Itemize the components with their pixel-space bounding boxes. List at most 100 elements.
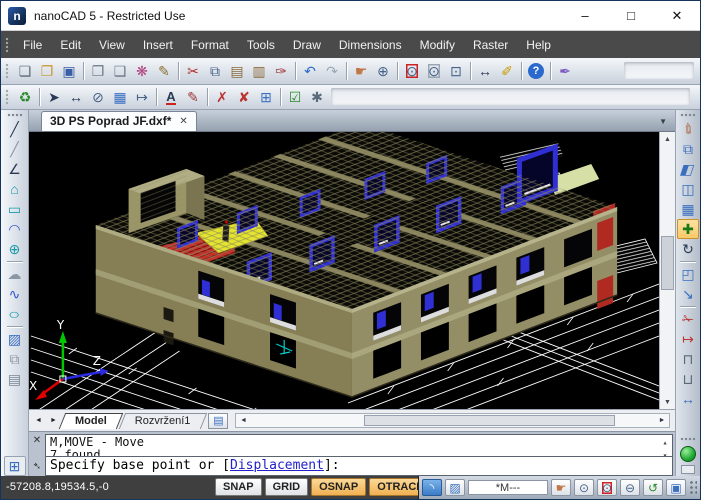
quick-measure-icon[interactable]: ✐ bbox=[496, 61, 518, 82]
horizontal-scrollbar[interactable]: ◄ ► bbox=[235, 413, 670, 428]
modify-toolbar-grip[interactable] bbox=[680, 113, 696, 117]
copy-object-icon[interactable]: ⧉ bbox=[677, 139, 699, 159]
pan-icon[interactable]: ☛ bbox=[350, 61, 372, 82]
layout-tab-prev-icon[interactable]: ◄ bbox=[31, 413, 46, 428]
paste-icon[interactable]: ▤ bbox=[226, 61, 248, 82]
redo-icon[interactable]: ↷ bbox=[321, 61, 343, 82]
no-plot-icon[interactable]: ⊘ bbox=[87, 87, 109, 108]
tab-list-dropdown-icon[interactable]: ▼ bbox=[659, 117, 667, 131]
sheet-set-icon[interactable]: ⊞ bbox=[255, 87, 277, 108]
menu-help[interactable]: Help bbox=[517, 34, 560, 56]
polygon-icon[interactable]: ⌂ bbox=[4, 179, 26, 199]
move-icon[interactable]: ✚ bbox=[677, 219, 699, 239]
line-icon[interactable]: ╱ bbox=[4, 119, 26, 139]
command-scroll-down-icon[interactable]: ▾ bbox=[663, 449, 668, 456]
publish-icon[interactable]: ❋ bbox=[131, 61, 153, 82]
command-close-icon[interactable]: ✕ bbox=[33, 436, 41, 446]
table-icon[interactable]: ▦ bbox=[109, 87, 131, 108]
command-scroll-up-icon[interactable]: ▴ bbox=[663, 436, 668, 449]
distance-icon[interactable]: ↔ bbox=[474, 61, 496, 82]
block-icon[interactable]: ⧉ bbox=[4, 349, 26, 369]
zoom-window-button[interactable]: ⊙ bbox=[597, 479, 617, 496]
maximize-button[interactable]: □ bbox=[608, 1, 654, 30]
revision-cloud-icon[interactable]: ☁ bbox=[4, 264, 26, 284]
grid-toggle[interactable]: GRID bbox=[264, 478, 309, 496]
close-button[interactable]: ✕ bbox=[654, 1, 700, 30]
vscroll-thumb[interactable] bbox=[661, 235, 674, 291]
menu-raster[interactable]: Raster bbox=[464, 34, 517, 56]
save-file-icon[interactable]: ▣ bbox=[58, 61, 80, 82]
break-icon[interactable]: ⊓ bbox=[677, 349, 699, 369]
minimize-button[interactable]: – bbox=[562, 1, 608, 30]
xref-edit-icon[interactable]: ✘ bbox=[233, 87, 255, 108]
offset-icon[interactable]: ◫ bbox=[677, 179, 699, 199]
undo-icon[interactable]: ↶ bbox=[299, 61, 321, 82]
xref-attach-icon[interactable]: ✗ bbox=[211, 87, 233, 108]
scale-icon[interactable]: ◰ bbox=[677, 264, 699, 284]
menu-file[interactable]: File bbox=[14, 34, 51, 56]
menu-insert[interactable]: Insert bbox=[134, 34, 182, 56]
copy-icon[interactable]: ⧉ bbox=[204, 61, 226, 82]
text-style-icon[interactable]: A bbox=[160, 87, 182, 108]
draw-toolbar-grip[interactable] bbox=[6, 113, 23, 117]
array-icon[interactable]: ▦ bbox=[677, 199, 699, 219]
zoom-out-button[interactable]: ⊖ bbox=[620, 479, 640, 496]
command-history-scrollbar[interactable]: ▴ ▾ bbox=[658, 435, 672, 456]
zoom-window-icon[interactable]: ⊙ bbox=[401, 61, 423, 82]
plot-preview-icon[interactable]: ❑ bbox=[109, 61, 131, 82]
break-at-point-icon[interactable]: ⊔ bbox=[677, 369, 699, 389]
scroll-up-icon[interactable]: ▲ bbox=[660, 132, 675, 146]
displacement-option-link[interactable]: Displacement bbox=[230, 458, 324, 473]
paste-special-icon[interactable]: ▥ bbox=[248, 61, 270, 82]
layouts-manager-icon[interactable]: ▤ bbox=[208, 412, 229, 429]
select-icon[interactable]: ➤ bbox=[43, 87, 65, 108]
menu-tools[interactable]: Tools bbox=[238, 34, 284, 56]
export-icon[interactable]: ✎ bbox=[153, 61, 175, 82]
menu-draw[interactable]: Draw bbox=[284, 34, 330, 56]
polyline-icon[interactable]: ∠ bbox=[4, 159, 26, 179]
regen-button[interactable]: ↺ bbox=[643, 479, 663, 496]
viewport-canvas[interactable]: Y X Z bbox=[29, 132, 659, 409]
command-status-icon[interactable] bbox=[680, 446, 696, 462]
document-tab[interactable]: 3D PS Poprad JF.dxf* ✕ bbox=[41, 111, 197, 131]
resize-grip[interactable] bbox=[689, 479, 697, 496]
vertical-scrollbar[interactable]: ▲ ▼ bbox=[659, 132, 675, 409]
zoom-button[interactable]: ⊙ bbox=[574, 479, 594, 496]
settings-gear-icon[interactable]: ✱ bbox=[306, 87, 328, 108]
command-input[interactable]: Specify base point or [Displacement]: bbox=[45, 457, 673, 476]
tab-close-icon[interactable]: ✕ bbox=[179, 116, 187, 127]
hscroll-thumb[interactable] bbox=[363, 415, 615, 426]
stretch-icon[interactable]: ↘ bbox=[677, 284, 699, 304]
zoom-realtime-icon[interactable]: ⊕ bbox=[372, 61, 394, 82]
snap-toggle[interactable]: SNAP bbox=[215, 478, 262, 496]
align-icon[interactable]: ↦ bbox=[131, 87, 153, 108]
osnap-toggle[interactable]: OSNAP bbox=[311, 478, 367, 496]
rectangle-icon[interactable]: ▭ bbox=[4, 199, 26, 219]
fullscreen-button[interactable]: ▣ bbox=[666, 479, 686, 496]
scroll-left-icon[interactable]: ◄ bbox=[236, 417, 250, 424]
plot-icon[interactable]: ❒ bbox=[87, 61, 109, 82]
extend-icon[interactable]: ↦ bbox=[677, 329, 699, 349]
tab-layout1[interactable]: Rozvržení1 bbox=[122, 413, 204, 429]
hatch-mode-button[interactable]: ▨ bbox=[445, 479, 465, 496]
scroll-down-icon[interactable]: ▼ bbox=[660, 395, 675, 409]
toolbar-grip-2[interactable] bbox=[5, 89, 9, 105]
new-file-icon[interactable]: ❏ bbox=[14, 61, 36, 82]
building-model[interactable] bbox=[95, 132, 618, 398]
command-dock-button[interactable] bbox=[681, 465, 695, 474]
toolbar-options-icon[interactable]: ⊞ bbox=[3, 456, 26, 476]
edit-text-icon[interactable]: ✎ bbox=[182, 87, 204, 108]
spline-icon[interactable]: ∿ bbox=[4, 284, 26, 304]
trim-icon[interactable]: ✁ bbox=[677, 309, 699, 329]
menu-modify[interactable]: Modify bbox=[411, 34, 464, 56]
tab-model[interactable]: Model bbox=[62, 413, 120, 429]
menu-view[interactable]: View bbox=[90, 34, 134, 56]
circle-icon[interactable]: ⊕ bbox=[4, 239, 26, 259]
mirror-icon[interactable]: ◧ bbox=[677, 159, 699, 179]
construction-line-icon[interactable]: ╱ bbox=[4, 139, 26, 159]
format-painter-icon[interactable]: ✑ bbox=[270, 61, 292, 82]
help-icon[interactable]: ? bbox=[525, 61, 547, 82]
menu-dimensions[interactable]: Dimensions bbox=[330, 34, 411, 56]
menu-edit[interactable]: Edit bbox=[51, 34, 90, 56]
pan-button[interactable]: ☛ bbox=[551, 479, 571, 496]
